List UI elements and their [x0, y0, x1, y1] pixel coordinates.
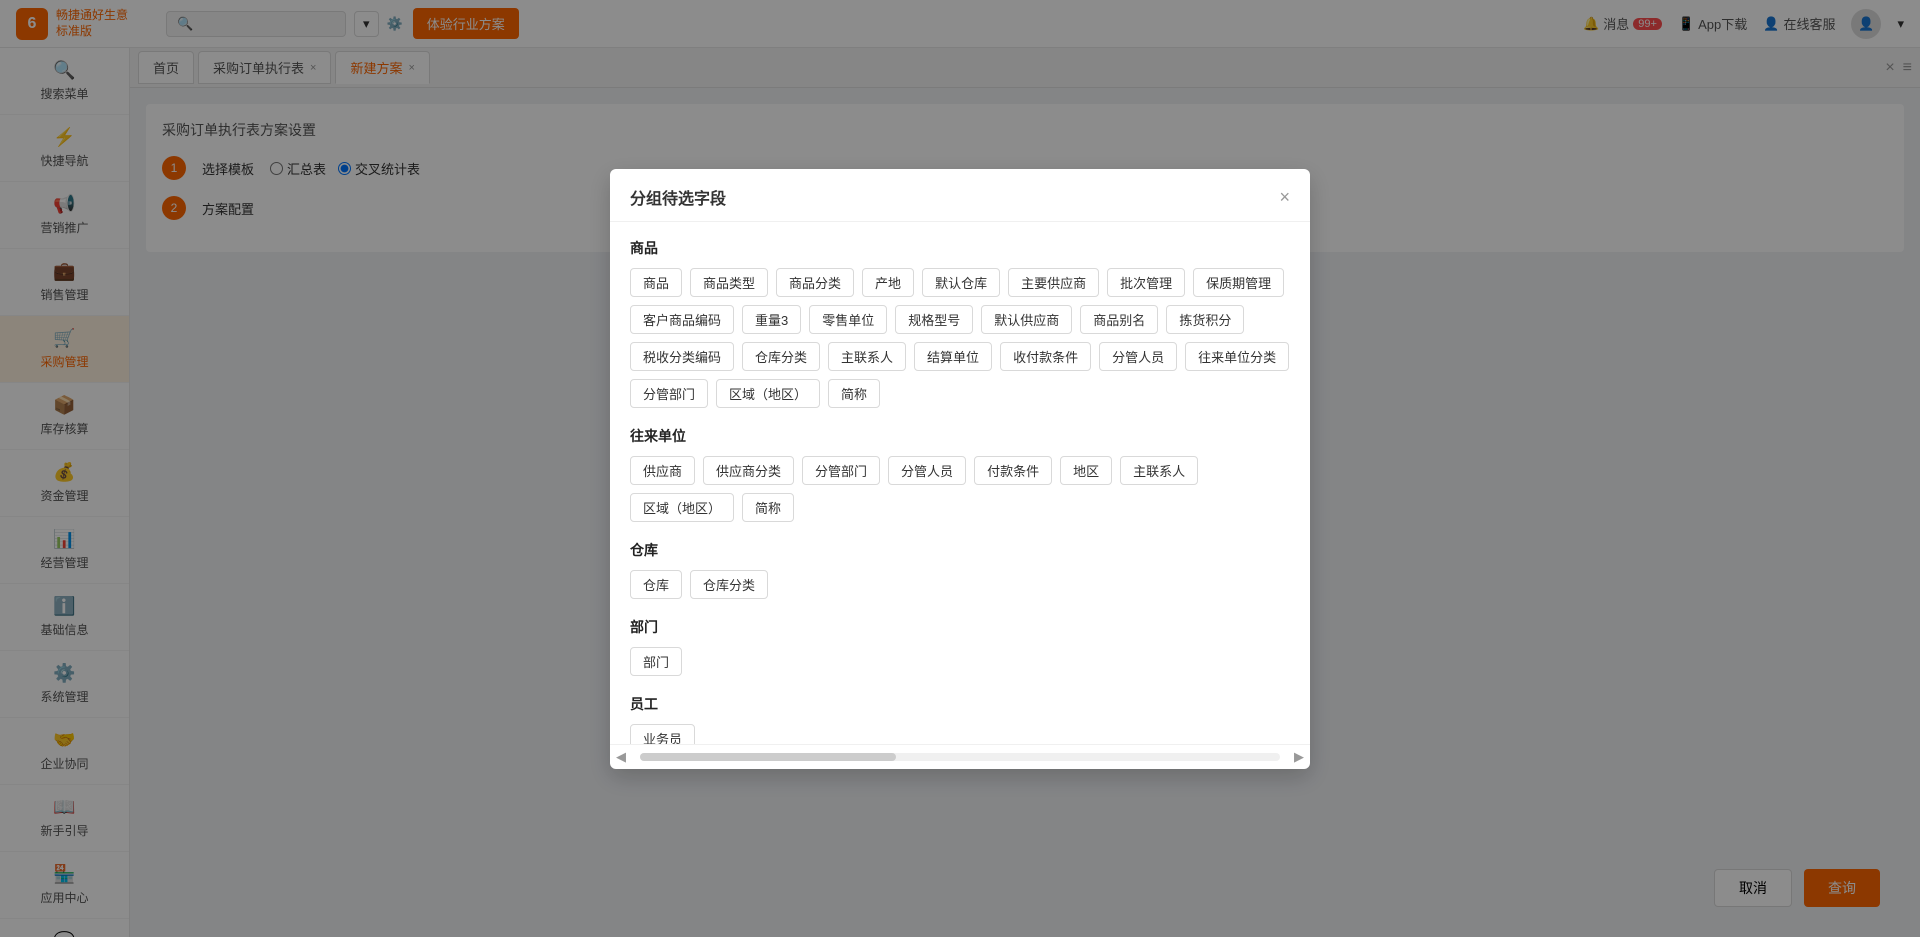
field-tag-warehouse-1[interactable]: 仓库分类 — [690, 570, 768, 599]
field-tag-product-14[interactable]: 拣货积分 — [1166, 305, 1244, 334]
field-group-employee-title: 员工 — [630, 694, 1290, 714]
field-tag-product-16[interactable]: 仓库分类 — [742, 342, 820, 371]
field-tag-product-11[interactable]: 规格型号 — [895, 305, 973, 334]
field-tag-product-18[interactable]: 结算单位 — [914, 342, 992, 371]
field-group-product-title: 商品 — [630, 238, 1290, 258]
field-group-warehouse-title: 仓库 — [630, 540, 1290, 560]
field-tags-product: 商品 商品类型 商品分类 产地 默认仓库 主要供应商 批次管理 保质期管理 客户… — [630, 268, 1290, 408]
field-tag-product-23[interactable]: 区域（地区） — [716, 379, 820, 408]
field-tag-partner-2[interactable]: 分管部门 — [802, 456, 880, 485]
field-tag-partner-1[interactable]: 供应商分类 — [703, 456, 794, 485]
modal-horizontal-scroll: ◀ ▶ — [610, 744, 1310, 769]
field-tag-product-19[interactable]: 收付款条件 — [1000, 342, 1091, 371]
modal-overlay: 分组待选字段 × 商品 商品 商品类型 商品分类 产地 默认仓库 主要供应商 批… — [0, 0, 1920, 937]
field-tag-product-3[interactable]: 产地 — [862, 268, 914, 297]
field-tag-partner-6[interactable]: 主联系人 — [1120, 456, 1198, 485]
field-tag-product-22[interactable]: 分管部门 — [630, 379, 708, 408]
field-tags-department: 部门 — [630, 647, 1290, 676]
field-tag-product-1[interactable]: 商品类型 — [690, 268, 768, 297]
field-tag-product-13[interactable]: 商品别名 — [1080, 305, 1158, 334]
field-group-department-title: 部门 — [630, 617, 1290, 637]
field-tag-product-5[interactable]: 主要供应商 — [1008, 268, 1099, 297]
field-tag-partner-4[interactable]: 付款条件 — [974, 456, 1052, 485]
field-tag-employee-0[interactable]: 业务员 — [630, 724, 695, 744]
field-group-employee: 员工 业务员 — [630, 694, 1290, 744]
scroll-thumb — [640, 753, 896, 761]
field-group-partner-title: 往来单位 — [630, 426, 1290, 446]
field-tag-product-4[interactable]: 默认仓库 — [922, 268, 1000, 297]
field-tag-partner-5[interactable]: 地区 — [1060, 456, 1112, 485]
field-tag-product-21[interactable]: 往来单位分类 — [1185, 342, 1289, 371]
field-tag-product-17[interactable]: 主联系人 — [828, 342, 906, 371]
field-tags-employee: 业务员 — [630, 724, 1290, 744]
modal-header: 分组待选字段 × — [610, 169, 1310, 222]
field-tag-product-15[interactable]: 税收分类编码 — [630, 342, 734, 371]
field-group-warehouse: 仓库 仓库 仓库分类 — [630, 540, 1290, 599]
field-tag-product-9[interactable]: 重量3 — [742, 305, 801, 334]
field-tag-product-7[interactable]: 保质期管理 — [1193, 268, 1284, 297]
horizontal-scrollbar[interactable] — [640, 753, 1280, 761]
field-group-product: 商品 商品 商品类型 商品分类 产地 默认仓库 主要供应商 批次管理 保质期管理… — [630, 238, 1290, 408]
field-tag-product-6[interactable]: 批次管理 — [1107, 268, 1185, 297]
field-tag-product-10[interactable]: 零售单位 — [809, 305, 887, 334]
field-tag-partner-3[interactable]: 分管人员 — [888, 456, 966, 485]
field-tags-partner: 供应商 供应商分类 分管部门 分管人员 付款条件 地区 主联系人 区域（地区） … — [630, 456, 1290, 522]
field-tag-department-0[interactable]: 部门 — [630, 647, 682, 676]
modal-body: 商品 商品 商品类型 商品分类 产地 默认仓库 主要供应商 批次管理 保质期管理… — [610, 222, 1310, 744]
field-tags-warehouse: 仓库 仓库分类 — [630, 570, 1290, 599]
field-group-department: 部门 部门 — [630, 617, 1290, 676]
scroll-right-arrow[interactable]: ▶ — [1288, 749, 1310, 765]
field-tag-product-8[interactable]: 客户商品编码 — [630, 305, 734, 334]
field-tag-product-12[interactable]: 默认供应商 — [981, 305, 1072, 334]
field-tag-warehouse-0[interactable]: 仓库 — [630, 570, 682, 599]
field-tag-product-2[interactable]: 商品分类 — [776, 268, 854, 297]
field-tag-partner-0[interactable]: 供应商 — [630, 456, 695, 485]
field-tag-partner-8[interactable]: 简称 — [742, 493, 794, 522]
field-tag-partner-7[interactable]: 区域（地区） — [630, 493, 734, 522]
field-tag-product-24[interactable]: 简称 — [828, 379, 880, 408]
field-tag-product-0[interactable]: 商品 — [630, 268, 682, 297]
field-tag-product-20[interactable]: 分管人员 — [1099, 342, 1177, 371]
modal-close-button[interactable]: × — [1279, 188, 1290, 206]
field-select-modal: 分组待选字段 × 商品 商品 商品类型 商品分类 产地 默认仓库 主要供应商 批… — [610, 169, 1310, 769]
field-group-partner: 往来单位 供应商 供应商分类 分管部门 分管人员 付款条件 地区 主联系人 区域… — [630, 426, 1290, 522]
modal-title: 分组待选字段 — [630, 185, 726, 209]
scroll-left-arrow[interactable]: ◀ — [610, 749, 632, 765]
